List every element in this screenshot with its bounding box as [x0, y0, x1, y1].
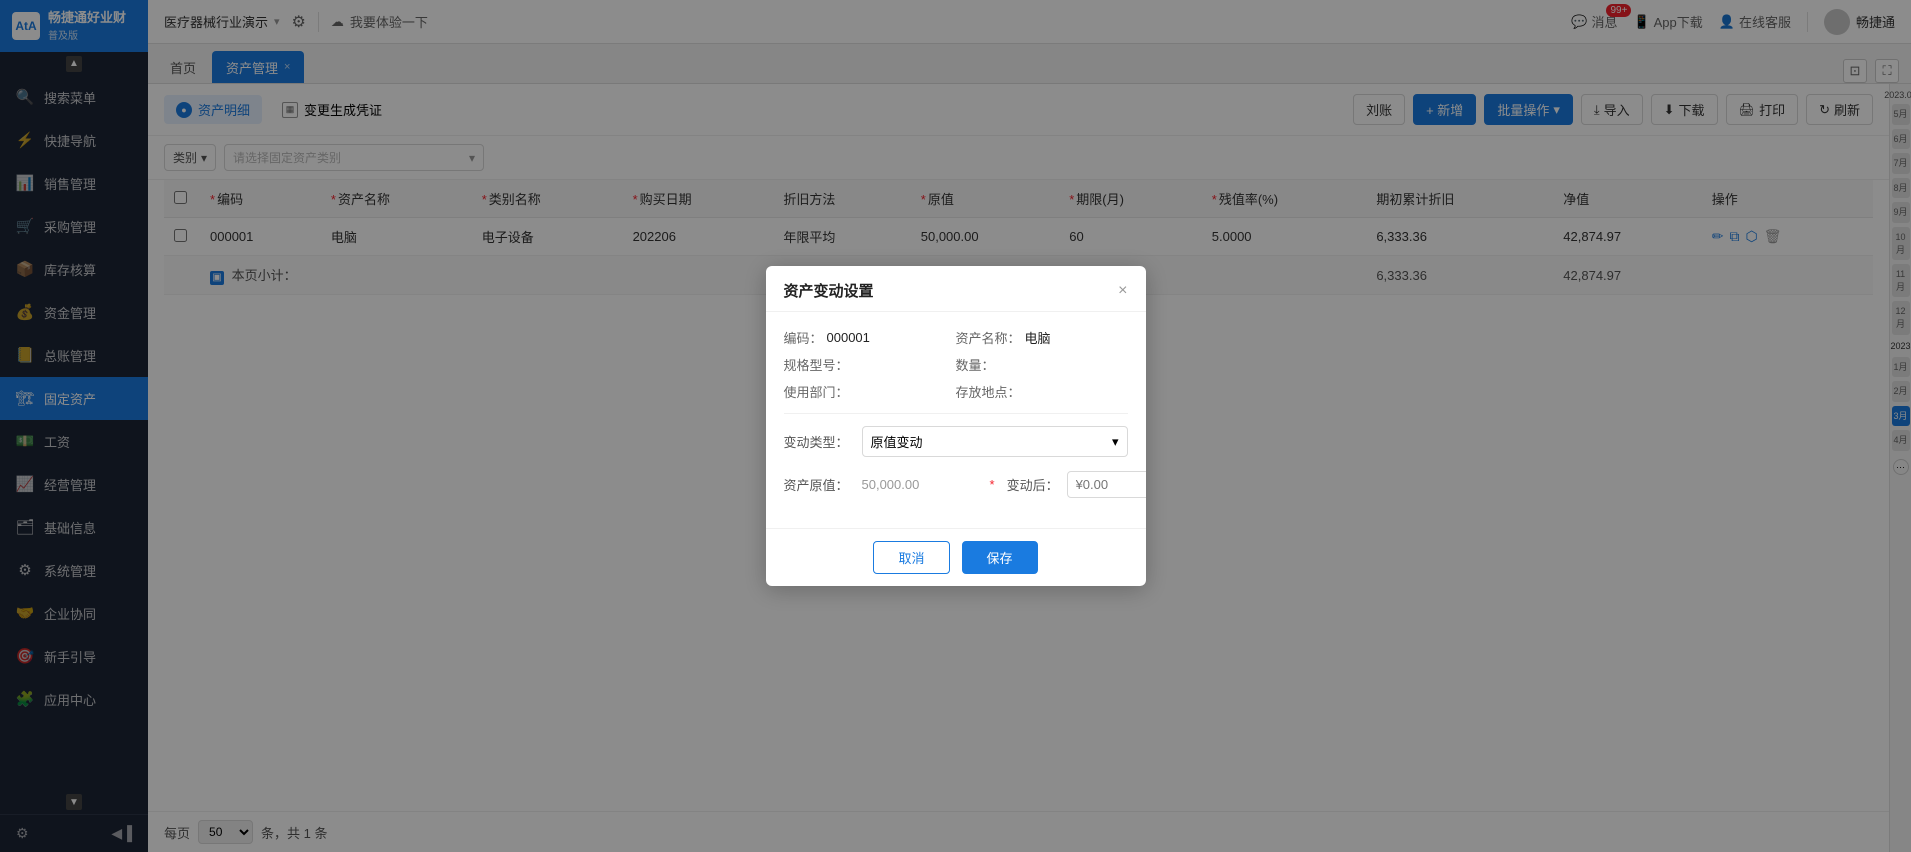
dialog-info-row-1: 编码： 000001 资产名称： 电脑	[784, 328, 1128, 347]
dialog-code-value: 000001	[827, 330, 870, 345]
dialog-code-label: 编码：	[784, 328, 823, 347]
dialog-change-type-chevron-icon: ▾	[1112, 434, 1119, 450]
dialog-after-change-input[interactable]	[1067, 471, 1146, 498]
dialog-spec-label: 规格型号：	[784, 355, 849, 374]
dialog-dept-label: 使用部门：	[784, 382, 849, 401]
dialog-spec-field: 规格型号：	[784, 355, 956, 374]
dialog-info-row-2: 规格型号： 数量：	[784, 355, 1128, 374]
dialog-location-field: 存放地点：	[956, 382, 1128, 401]
dialog-quantity-label: 数量：	[956, 355, 995, 374]
dialog-footer: 取消 保存	[766, 528, 1146, 586]
dialog-asset-name-value: 电脑	[1025, 328, 1051, 347]
dialog-divider	[784, 413, 1128, 414]
dialog-info-row-3: 使用部门： 存放地点：	[784, 382, 1128, 401]
dialog-location-label: 存放地点：	[956, 382, 1021, 401]
dialog-asset-name-label: 资产名称：	[956, 328, 1021, 347]
dialog-after-change-label: 变动后：	[1007, 475, 1059, 494]
modal-overlay: 资产变动设置 × 编码： 000001 资产名称： 电脑 规格型号：	[0, 0, 1911, 852]
dialog-dept-field: 使用部门：	[784, 382, 956, 401]
dialog-asset-name-field: 资产名称： 电脑	[956, 328, 1128, 347]
dialog-quantity-field: 数量：	[956, 355, 1128, 374]
dialog-original-value-display: 50,000.00	[862, 472, 982, 497]
dialog-change-type-select[interactable]: 原值变动 ▾	[862, 426, 1128, 457]
cancel-button[interactable]: 取消	[873, 541, 949, 574]
dialog-value-row: 资产原值： 50,000.00 * 变动后：	[784, 471, 1128, 498]
save-button[interactable]: 保存	[962, 541, 1038, 574]
dialog-change-type-label: 变动类型：	[784, 432, 854, 451]
dialog-body: 编码： 000001 资产名称： 电脑 规格型号： 数量：	[766, 312, 1146, 528]
dialog-header: 资产变动设置 ×	[766, 266, 1146, 312]
dialog-change-type-row: 变动类型： 原值变动 ▾	[784, 426, 1128, 457]
dialog-close-button[interactable]: ×	[1118, 282, 1127, 300]
dialog-title: 资产变动设置	[784, 280, 874, 301]
dialog-required-star: *	[990, 477, 995, 492]
asset-change-dialog: 资产变动设置 × 编码： 000001 资产名称： 电脑 规格型号：	[766, 266, 1146, 586]
dialog-code-field: 编码： 000001	[784, 328, 956, 347]
dialog-change-type-value: 原值变动	[871, 432, 923, 451]
dialog-original-value-label: 资产原值：	[784, 475, 854, 494]
